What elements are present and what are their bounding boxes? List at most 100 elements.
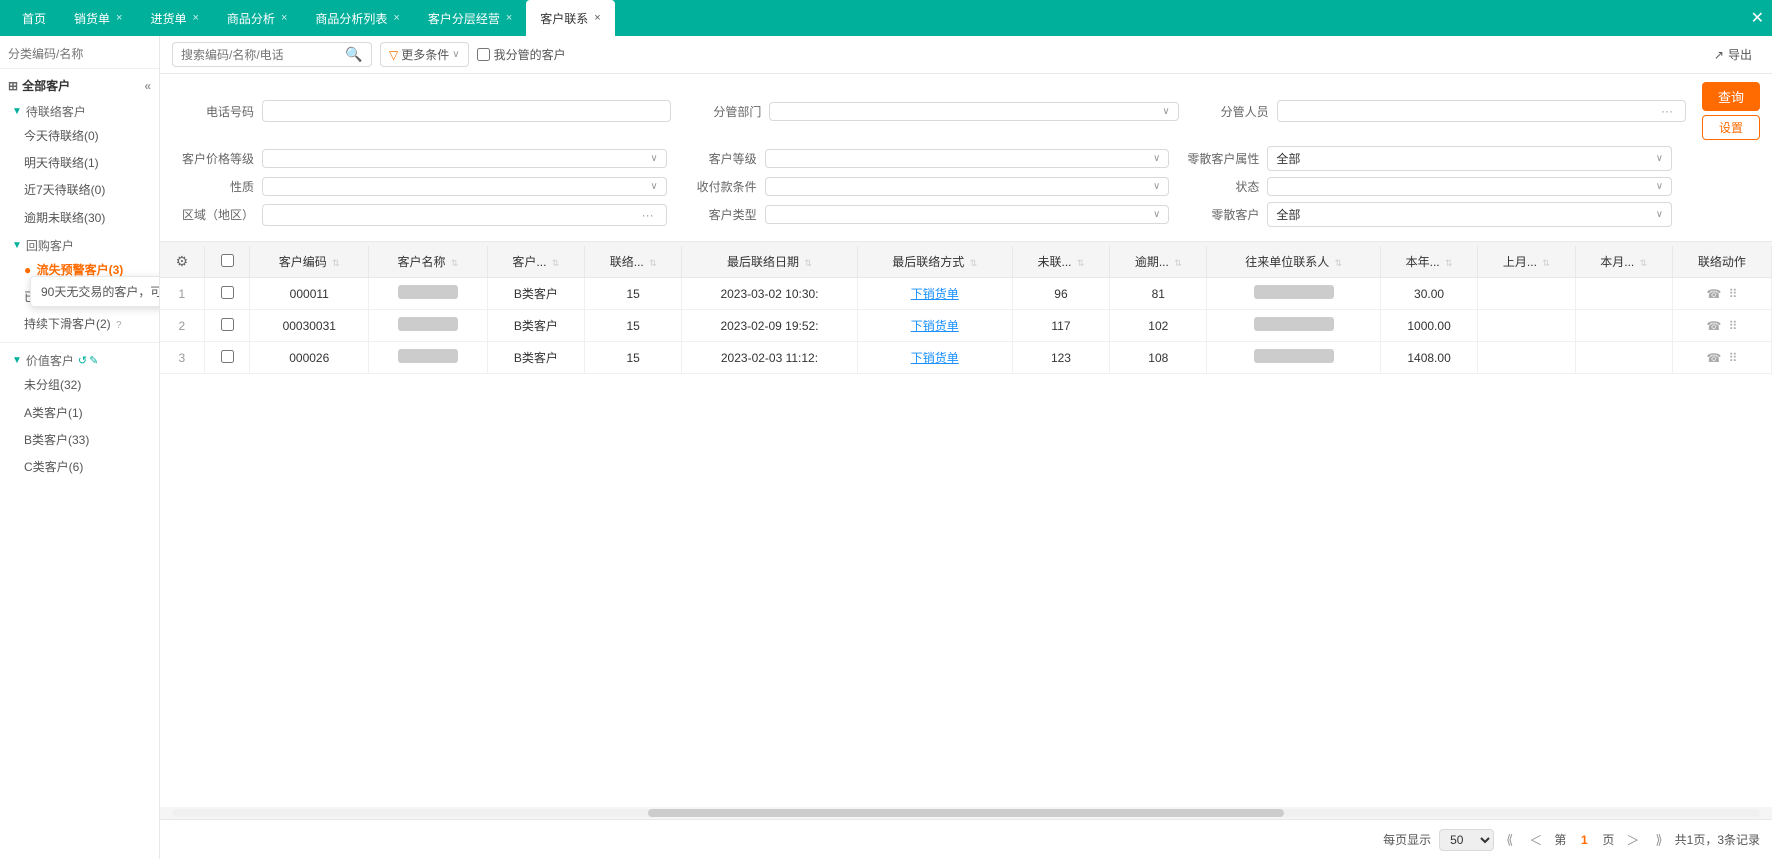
group-value-customers[interactable]: ▼ 价值客户 ↺ ✎ bbox=[0, 347, 159, 372]
last-method-link[interactable]: 下销货单 bbox=[911, 319, 959, 333]
sidebar-item-today[interactable]: 今天待联络(0) bbox=[0, 123, 159, 150]
refresh-icon[interactable]: ↺ bbox=[78, 354, 87, 367]
more-action-icon[interactable]: ⠿ bbox=[1729, 319, 1738, 333]
tab-analysis-list[interactable]: 商品分析列表 × bbox=[301, 0, 413, 36]
group-repurchase[interactable]: ▼ 回购客户 bbox=[0, 232, 159, 257]
close-icon[interactable]: × bbox=[281, 12, 287, 24]
settings-button[interactable]: 设置 bbox=[1702, 115, 1760, 140]
filter-payment-select[interactable]: ∨ bbox=[765, 177, 1170, 196]
sidebar-item-tomorrow[interactable]: 明天待联络(1) bbox=[0, 150, 159, 177]
tab-customer-contact[interactable]: 客户联系 × bbox=[526, 0, 614, 36]
filter-dept-select[interactable]: ∨ bbox=[769, 102, 1178, 121]
row-checkbox[interactable] bbox=[221, 318, 234, 331]
filter-customer-grade-select[interactable]: ∨ bbox=[765, 149, 1170, 168]
contact-action-icon[interactable]: ☎ bbox=[1706, 287, 1721, 301]
gear-icon[interactable]: ⚙ bbox=[176, 253, 189, 269]
sidebar-item-c-class[interactable]: C类客户(6) bbox=[0, 454, 159, 481]
tab-customer-tier[interactable]: 客户分层经营 × bbox=[414, 0, 526, 36]
last-page-btn[interactable]: ⟫ bbox=[1651, 830, 1666, 850]
tab-sales[interactable]: 销货单 × bbox=[60, 0, 136, 36]
my-customers-check[interactable] bbox=[477, 48, 490, 61]
more-action-icon[interactable]: ⠿ bbox=[1729, 287, 1738, 301]
first-page-btn[interactable]: ⟪ bbox=[1502, 830, 1517, 850]
sidebar-item-ungroup[interactable]: 未分组(32) bbox=[0, 372, 159, 399]
sort-icon[interactable]: ⇅ bbox=[970, 258, 978, 269]
scrollbar-thumb[interactable] bbox=[648, 809, 1283, 817]
close-icon[interactable]: × bbox=[116, 12, 122, 24]
per-page-select[interactable]: 50 100 200 bbox=[1439, 829, 1494, 851]
window-close-button[interactable]: ✕ bbox=[1751, 8, 1764, 28]
prev-page-btn[interactable]: ＜ bbox=[1525, 828, 1546, 851]
row-action-cell[interactable]: ☎ ⠿ bbox=[1672, 342, 1771, 374]
row-checkbox-cell[interactable] bbox=[204, 342, 250, 374]
filter-price-grade-select[interactable]: ∨ bbox=[262, 149, 667, 168]
toolbar-search-input[interactable] bbox=[181, 48, 341, 62]
sort-icon[interactable]: ⇅ bbox=[649, 258, 657, 269]
col-gear[interactable]: ⚙ bbox=[160, 246, 204, 278]
group-pending-contact[interactable]: ▼ 待联络客户 bbox=[0, 98, 159, 123]
filter-scattered-attr-select[interactable]: 全部 ∨ bbox=[1267, 146, 1672, 171]
sidebar-item-7days[interactable]: 近7天待联络(0) bbox=[0, 177, 159, 204]
total-pages-label: 页 bbox=[1602, 831, 1614, 848]
filter-phone-input[interactable] bbox=[262, 100, 671, 122]
sort-icon[interactable]: ⇅ bbox=[1640, 258, 1648, 269]
sort-icon[interactable]: ⇅ bbox=[1542, 258, 1550, 269]
filter-scattered-select[interactable]: 全部 ∨ bbox=[1267, 202, 1672, 227]
sort-icon[interactable]: ⇅ bbox=[552, 258, 560, 269]
more-action-icon[interactable]: ⠿ bbox=[1729, 351, 1738, 365]
tab-home[interactable]: 首页 bbox=[8, 0, 60, 36]
last-method-link[interactable]: 下销货单 bbox=[911, 351, 959, 365]
toolbar-search-icon[interactable]: 🔍 bbox=[345, 46, 362, 63]
filter-nature-select[interactable]: ∨ bbox=[262, 177, 667, 196]
sidebar-item-b-class[interactable]: B类客户(33) bbox=[0, 427, 159, 454]
collapse-icon[interactable]: « bbox=[144, 79, 151, 93]
row-last-method-cell[interactable]: 下销货单 bbox=[857, 310, 1012, 342]
filter-customer-type-select[interactable]: ∨ bbox=[765, 205, 1170, 224]
ellipsis-icon[interactable]: ··· bbox=[1657, 104, 1677, 118]
close-icon[interactable]: × bbox=[594, 12, 600, 24]
tab-purchase[interactable]: 进货单 × bbox=[136, 0, 212, 36]
all-customers-label[interactable]: ⊞ 全部客户 « bbox=[0, 69, 159, 98]
row-action-cell[interactable]: ☎ ⠿ bbox=[1672, 278, 1771, 310]
filter-region-select[interactable]: ··· bbox=[262, 204, 667, 226]
question-icon[interactable]: ? bbox=[116, 320, 122, 331]
sort-icon[interactable]: ⇅ bbox=[451, 258, 459, 269]
filter-manager-select[interactable]: ··· bbox=[1277, 100, 1686, 122]
row-action-cell[interactable]: ☎ ⠿ bbox=[1672, 310, 1771, 342]
ellipsis-icon[interactable]: ··· bbox=[638, 208, 658, 222]
filter-more-btn[interactable]: ▽ 更多条件 ∨ bbox=[380, 42, 469, 67]
last-method-link[interactable]: 下销货单 bbox=[911, 287, 959, 301]
row-checkbox-cell[interactable] bbox=[204, 310, 250, 342]
sort-icon[interactable]: ⇅ bbox=[1077, 258, 1085, 269]
my-customers-checkbox[interactable]: 我分管的客户 bbox=[477, 46, 566, 63]
close-icon[interactable]: × bbox=[393, 12, 399, 24]
close-icon[interactable]: × bbox=[506, 12, 512, 24]
edit-icon[interactable]: ✎ bbox=[89, 354, 98, 367]
row-checkbox[interactable] bbox=[221, 350, 234, 363]
export-button[interactable]: ↗ 导出 bbox=[1706, 43, 1760, 66]
select-all-checkbox[interactable] bbox=[221, 254, 234, 267]
sort-icon[interactable]: ⇅ bbox=[1335, 258, 1343, 269]
sidebar-item-overdue[interactable]: 逾期未联络(30) bbox=[0, 205, 159, 232]
sidebar-item-declining[interactable]: 持续下滑客户(2) ? bbox=[0, 311, 159, 338]
sidebar-search-input[interactable] bbox=[8, 47, 160, 61]
close-icon[interactable]: × bbox=[192, 12, 198, 24]
query-button[interactable]: 查询 bbox=[1702, 82, 1760, 111]
sort-icon[interactable]: ⇅ bbox=[332, 258, 340, 269]
next-page-btn[interactable]: ＞ bbox=[1622, 828, 1643, 851]
sidebar-item-a-class[interactable]: A类客户(1) bbox=[0, 400, 159, 427]
filter-status-select[interactable]: ∨ bbox=[1267, 177, 1672, 196]
sort-icon[interactable]: ⇅ bbox=[1445, 258, 1453, 269]
row-last-method-cell[interactable]: 下销货单 bbox=[857, 278, 1012, 310]
col-this-year: 本年... ⇅ bbox=[1380, 246, 1477, 278]
horizontal-scrollbar[interactable] bbox=[172, 809, 1760, 817]
contact-action-icon[interactable]: ☎ bbox=[1706, 351, 1721, 365]
tab-analysis[interactable]: 商品分析 × bbox=[213, 0, 301, 36]
row-last-method-cell[interactable]: 下销货单 bbox=[857, 342, 1012, 374]
contact-action-icon[interactable]: ☎ bbox=[1706, 319, 1721, 333]
sort-icon[interactable]: ⇅ bbox=[1174, 258, 1182, 269]
row-checkbox-cell[interactable] bbox=[204, 278, 250, 310]
arrow-icon: ▼ bbox=[12, 240, 22, 251]
sort-icon[interactable]: ⇅ bbox=[804, 258, 812, 269]
row-checkbox[interactable] bbox=[221, 286, 234, 299]
